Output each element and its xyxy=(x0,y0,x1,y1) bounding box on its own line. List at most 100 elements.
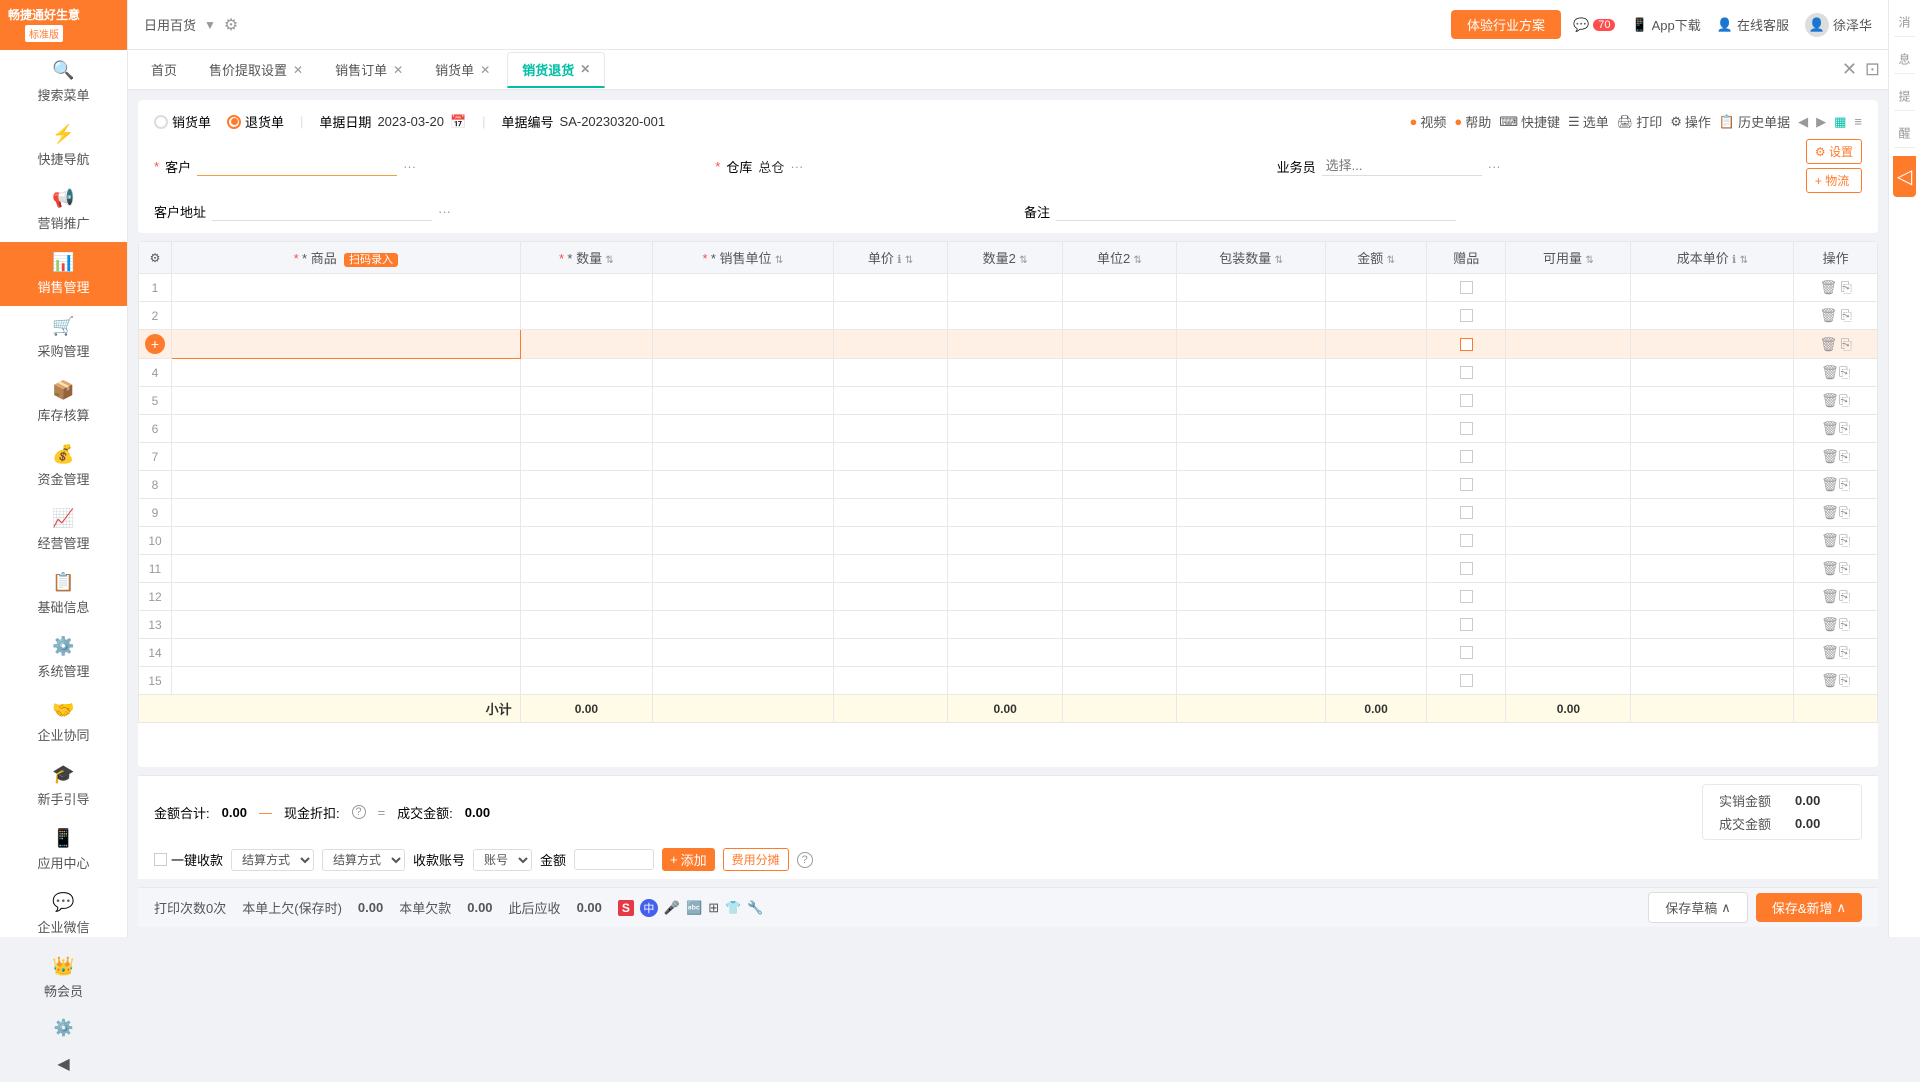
tab-home[interactable]: 首页 xyxy=(136,52,192,88)
rp-item2[interactable]: 息 xyxy=(1894,45,1915,74)
sidebar-settings-btn[interactable]: ⚙️ xyxy=(0,1010,127,1046)
pack-qty-cell[interactable] xyxy=(1177,274,1326,302)
delete-icon[interactable]: 🗑 xyxy=(1821,532,1839,548)
copy-icon[interactable]: ⎘ xyxy=(1839,420,1850,436)
sidebar-item-inventory[interactable]: 📦 库存核算 xyxy=(0,370,127,434)
sort-amount[interactable]: ⇅ xyxy=(1387,255,1395,266)
price-cell[interactable] xyxy=(833,302,948,330)
product-cell[interactable] xyxy=(172,274,521,302)
shortcut-btn[interactable]: ⌨快捷键 xyxy=(1499,112,1560,131)
logistics-btn[interactable]: + 物流 xyxy=(1806,168,1862,193)
gear-icon[interactable]: ⚙ xyxy=(224,15,238,35)
gift-cell[interactable] xyxy=(1427,274,1506,302)
delete-icon[interactable]: 🗑 xyxy=(1821,644,1839,660)
gift-checkbox[interactable] xyxy=(1460,422,1473,435)
rp-item5[interactable]: ◁ xyxy=(1893,156,1916,197)
radio-sale[interactable]: 销货单 xyxy=(154,112,211,131)
delete-icon[interactable]: 🗑 xyxy=(1821,392,1839,408)
qty-cell[interactable] xyxy=(520,302,652,330)
product-cell-active[interactable] xyxy=(172,330,521,359)
customer-dots[interactable]: ··· xyxy=(403,159,416,174)
copy-icon[interactable]: ⎘ xyxy=(1839,504,1850,520)
gift-checkbox[interactable] xyxy=(1460,534,1473,547)
copy-icon[interactable]: ⎘ xyxy=(1839,588,1850,604)
translate-icon[interactable]: 🔤 xyxy=(686,900,702,916)
experience-btn[interactable]: 体验行业方案 xyxy=(1451,10,1561,39)
delete-icon[interactable]: 🗑 xyxy=(1819,279,1837,295)
gift-checkbox[interactable] xyxy=(1460,366,1473,379)
sub-calc-select[interactable]: 结算方式 xyxy=(322,849,405,871)
qty2-cell[interactable] xyxy=(948,274,1062,302)
select-btn[interactable]: ☰选单 xyxy=(1568,112,1609,131)
prev-nav[interactable]: ◀ xyxy=(1798,114,1808,130)
gift-checkbox[interactable] xyxy=(1460,281,1473,294)
warehouse-dots[interactable]: ··· xyxy=(790,159,803,174)
sidebar-collapse-btn[interactable]: ◀ xyxy=(0,1046,127,1082)
help-icon1[interactable]: ? xyxy=(352,805,366,819)
delete-icon[interactable]: 🗑 xyxy=(1821,616,1839,632)
gift-checkbox[interactable] xyxy=(1460,450,1473,463)
share-icon[interactable]: 👕 xyxy=(725,900,741,916)
cost-price-cell[interactable] xyxy=(1631,274,1794,302)
gift-checkbox[interactable] xyxy=(1460,506,1473,519)
add-btn[interactable]: + + 添加 添加 xyxy=(662,848,715,871)
settings-btn[interactable]: ⚙ 设置 xyxy=(1806,139,1862,164)
note-input[interactable] xyxy=(1056,201,1456,221)
unit2-cell[interactable] xyxy=(1062,274,1176,302)
sidebar-item-appstore[interactable]: 📱 应用中心 xyxy=(0,818,127,882)
operate-btn[interactable]: ⚙操作 xyxy=(1670,112,1711,131)
tab-sale-order[interactable]: 销售订单 ✕ xyxy=(320,52,418,88)
sidebar-item-enterprise[interactable]: 🤝 企业协同 xyxy=(0,690,127,754)
save-draft-btn[interactable]: 保存草稿 ∧ xyxy=(1648,892,1748,923)
account-select[interactable]: 账号 xyxy=(473,849,532,871)
tab-sale-return-close[interactable]: ✕ xyxy=(580,62,590,76)
list-view-icon[interactable]: ≡ xyxy=(1854,114,1862,129)
print-btn[interactable]: 🖨打印 xyxy=(1617,112,1663,131)
next-nav[interactable]: ▶ xyxy=(1816,114,1826,130)
price-cell[interactable] xyxy=(833,274,948,302)
sidebar-item-member[interactable]: 👑 畅会员 xyxy=(0,946,127,1010)
available-cell[interactable] xyxy=(1506,330,1631,359)
cost-price-cell[interactable] xyxy=(1631,330,1794,359)
copy-icon[interactable]: ⎘ xyxy=(1839,672,1850,688)
delete-icon[interactable]: 🗑 xyxy=(1821,504,1839,520)
tab-sale-return[interactable]: 销货退货 ✕ xyxy=(507,52,605,88)
delete-icon[interactable]: 🗑 xyxy=(1821,588,1839,604)
close-all-icon[interactable]: ✕ xyxy=(1842,59,1857,80)
add-row-btn[interactable]: + xyxy=(145,334,165,354)
available-cell[interactable] xyxy=(1506,302,1631,330)
gift-checkbox[interactable] xyxy=(1460,618,1473,631)
gift-cell[interactable] xyxy=(1427,330,1506,359)
product-input[interactable] xyxy=(178,337,514,352)
gift-checkbox[interactable] xyxy=(1460,590,1473,603)
copy-icon[interactable]: ⎘ xyxy=(1841,336,1852,352)
gift-checkbox[interactable] xyxy=(1460,674,1473,687)
save-new-btn[interactable]: 保存&新增 ∧ xyxy=(1756,893,1862,922)
sidebar-item-basic[interactable]: 📋 基础信息 xyxy=(0,562,127,626)
qty-cell[interactable] xyxy=(520,274,652,302)
amount-cell[interactable] xyxy=(1326,302,1427,330)
amount-input[interactable] xyxy=(574,849,654,870)
calc-select[interactable]: 结算方式 xyxy=(231,849,314,871)
price-cell[interactable] xyxy=(833,330,948,359)
sidebar-item-shortcut[interactable]: ⚡ 快捷导航 xyxy=(0,114,127,178)
qr-icon[interactable]: ⊞ xyxy=(708,900,719,916)
customer-input[interactable] xyxy=(197,156,397,176)
history-btn[interactable]: 📋历史单据 xyxy=(1719,112,1790,131)
payment-checkbox[interactable] xyxy=(154,853,167,866)
app-download-item[interactable]: 📱 App下载 xyxy=(1631,15,1700,34)
tab-sale-price[interactable]: 售价提取设置 ✕ xyxy=(194,52,318,88)
message-item[interactable]: 💬 70 xyxy=(1573,17,1615,33)
sidebar-item-purchase[interactable]: 🛒 采购管理 xyxy=(0,306,127,370)
qty2-cell[interactable] xyxy=(948,302,1062,330)
sidebar-item-search[interactable]: 🔍 搜索菜单 xyxy=(0,50,127,114)
rp-item3[interactable]: 提 xyxy=(1894,82,1915,111)
sidebar-item-finance[interactable]: 💰 资金管理 xyxy=(0,434,127,498)
product-cell[interactable] xyxy=(172,302,521,330)
qty2-cell[interactable] xyxy=(948,330,1062,359)
video-btn[interactable]: ●视频 xyxy=(1410,112,1447,131)
tab-sale-price-close[interactable]: ✕ xyxy=(293,63,303,77)
fee-btn[interactable]: 费用分摊 xyxy=(723,848,789,871)
sort-unit2[interactable]: ⇅ xyxy=(1134,255,1142,266)
sort-pack[interactable]: ⇅ xyxy=(1275,255,1283,266)
